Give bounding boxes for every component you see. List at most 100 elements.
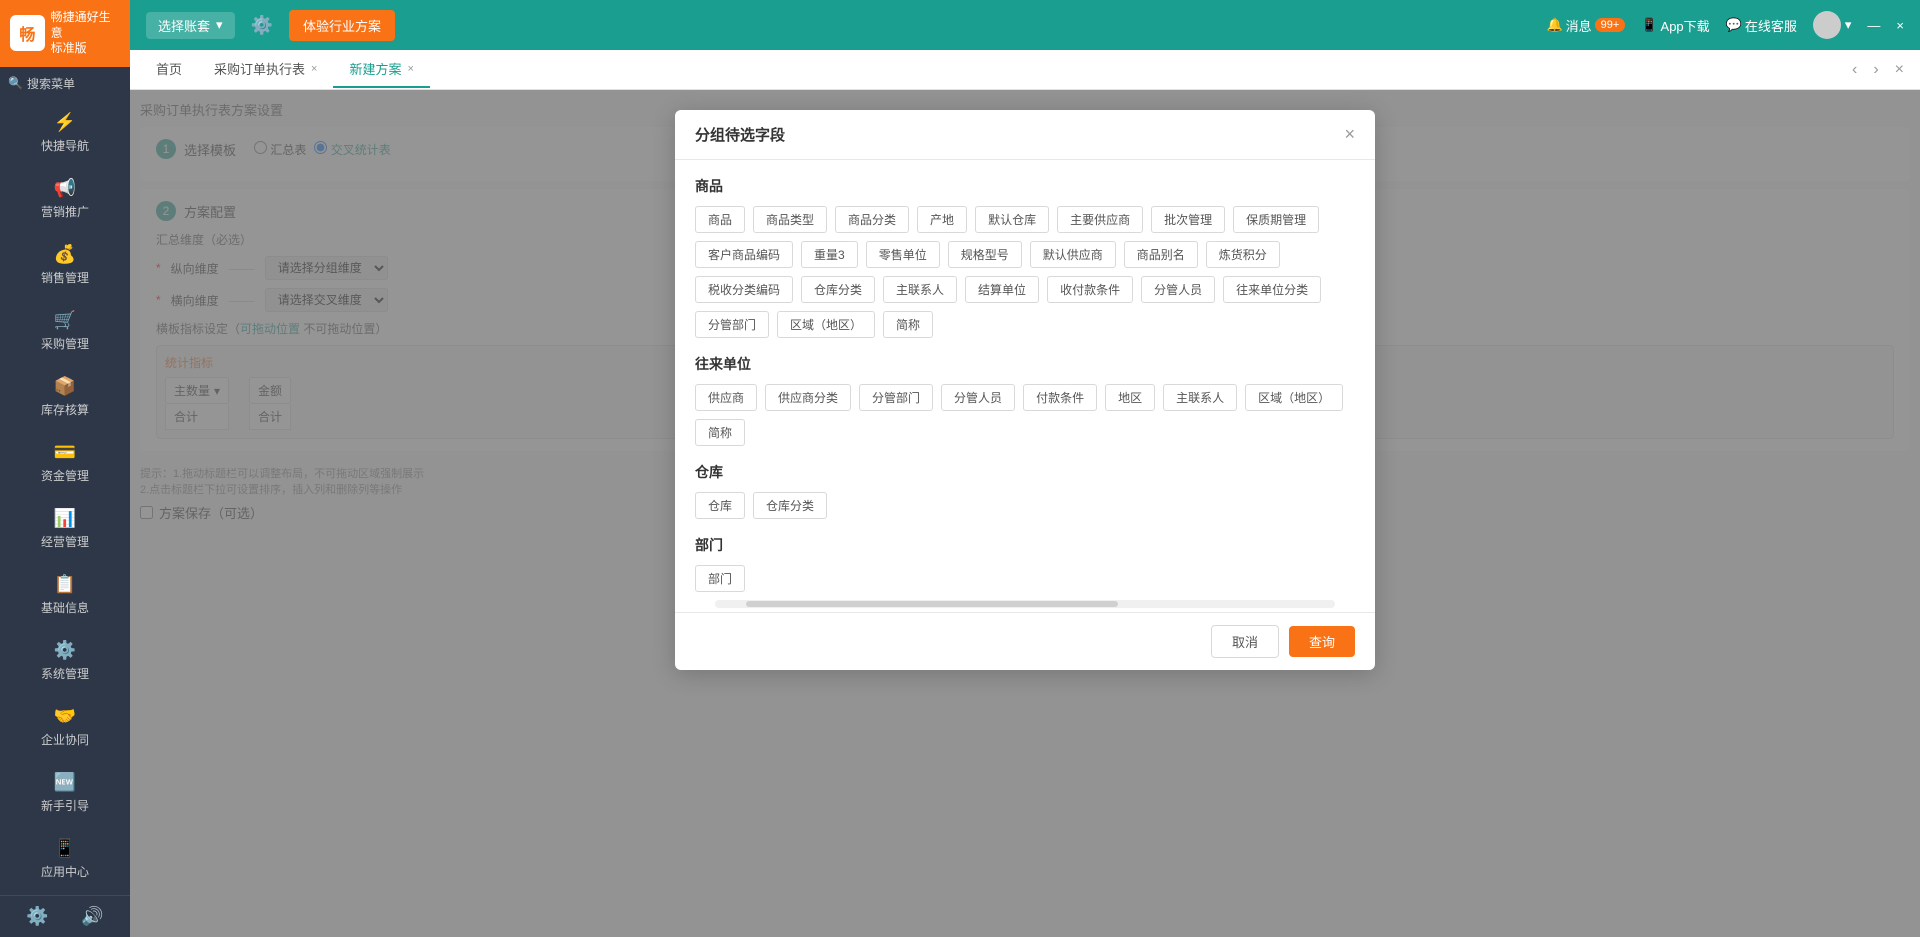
- tab-ctrl-close-all[interactable]: ×: [1889, 59, 1910, 81]
- field-tag-仓库分类[interactable]: 仓库分类: [801, 276, 875, 303]
- field-tag-分管人员2[interactable]: 分管人员: [941, 384, 1015, 411]
- field-tag-主要供应商[interactable]: 主要供应商: [1057, 206, 1143, 233]
- sidebar-item-apps[interactable]: 📱 应用中心: [0, 826, 130, 892]
- sidebar-item-newbie[interactable]: 🆕 新手引导: [0, 760, 130, 826]
- bell-icon: 🔔: [1546, 17, 1562, 33]
- topbar-dropdown[interactable]: 选择账套 ▾: [146, 12, 235, 39]
- field-tag-规格型号[interactable]: 规格型号: [948, 241, 1022, 268]
- field-group-partner: 往来单位 供应商 供应商分类 分管部门 分管人员 付款条件 地区 主联系人 区域…: [695, 354, 1355, 446]
- sidebar-item-operations[interactable]: 📊 经营管理: [0, 496, 130, 562]
- field-tag-区域地区2[interactable]: 区域（地区）: [1245, 384, 1343, 411]
- tab-new-plan-close[interactable]: ×: [407, 63, 413, 75]
- topbar-user[interactable]: ▾: [1813, 11, 1852, 39]
- chevron-down-icon: ▾: [216, 17, 223, 33]
- topbar-settings-icon[interactable]: ⚙️: [251, 15, 273, 36]
- window-minimize-icon[interactable]: —: [1867, 18, 1880, 33]
- tab-ctrl-next[interactable]: ›: [1867, 59, 1884, 81]
- field-group-warehouse-title: 仓库: [695, 462, 1355, 482]
- modal-hscroll[interactable]: [715, 600, 1335, 608]
- field-tag-批次管理[interactable]: 批次管理: [1151, 206, 1225, 233]
- notification-label: 消息: [1566, 16, 1592, 35]
- online-service[interactable]: 💬 在线客服: [1726, 16, 1797, 35]
- tab-ctrl-prev[interactable]: ‹: [1846, 59, 1863, 81]
- tab-home[interactable]: 首页: [140, 51, 198, 88]
- sales-icon: 💰: [54, 244, 76, 265]
- modal-header: 分组待选字段 ×: [675, 110, 1375, 160]
- sidebar-item-quick-nav[interactable]: ⚡ 快捷导航: [0, 100, 130, 166]
- field-tag-简称2[interactable]: 简称: [695, 419, 745, 446]
- trial-btn[interactable]: 体验行业方案: [289, 10, 395, 41]
- field-tag-地区[interactable]: 地区: [1105, 384, 1155, 411]
- sidebar-item-inventory[interactable]: 📦 库存核算: [0, 364, 130, 430]
- modal-close-btn[interactable]: ×: [1344, 124, 1355, 145]
- page-area: 采购订单执行表方案设置 1 选择模板 汇总表 交叉统计表 2 方案配置 汇总维度…: [130, 90, 1920, 937]
- field-tag-商品类型[interactable]: 商品类型: [753, 206, 827, 233]
- newbie-icon: 🆕: [54, 772, 76, 793]
- sidebar-item-system[interactable]: ⚙️ 系统管理: [0, 628, 130, 694]
- window-close-icon[interactable]: ×: [1896, 18, 1904, 33]
- field-tags-warehouse: 仓库 仓库分类: [695, 492, 1355, 519]
- field-group-department-title: 部门: [695, 535, 1355, 555]
- download-icon: 📱: [1641, 17, 1657, 33]
- field-tag-分管部门[interactable]: 分管部门: [695, 311, 769, 338]
- field-tag-付款条件[interactable]: 付款条件: [1023, 384, 1097, 411]
- main-content: 选择账套 ▾ ⚙️ 体验行业方案 🔔 消息 99+ 📱 App下载 💬 在线客服: [130, 0, 1920, 937]
- field-tag-商品分类[interactable]: 商品分类: [835, 206, 909, 233]
- field-tag-商品别名[interactable]: 商品别名: [1124, 241, 1198, 268]
- field-tag-部门[interactable]: 部门: [695, 565, 745, 592]
- operations-icon: 📊: [54, 508, 76, 529]
- finance-icon: 💳: [54, 442, 76, 463]
- field-tag-供应商分类[interactable]: 供应商分类: [765, 384, 851, 411]
- field-tag-仓库[interactable]: 仓库: [695, 492, 745, 519]
- sidebar-item-purchase[interactable]: 🛒 采购管理: [0, 298, 130, 364]
- service-icon: 💬: [1726, 17, 1742, 33]
- cancel-button[interactable]: 取消: [1211, 625, 1279, 658]
- field-tag-客户商品编码[interactable]: 客户商品编码: [695, 241, 793, 268]
- tab-purchase-exec-close[interactable]: ×: [311, 63, 317, 75]
- field-tag-产地[interactable]: 产地: [917, 206, 967, 233]
- sidebar-nav: ⚡ 快捷导航 📢 营销推广 💰 销售管理 🛒 采购管理 📦 库存核算 💳: [0, 100, 130, 895]
- field-tag-往来单位分类[interactable]: 往来单位分类: [1223, 276, 1321, 303]
- topbar-right: 🔔 消息 99+ 📱 App下载 💬 在线客服 ▾ — ×: [1546, 11, 1904, 39]
- modal-title: 分组待选字段: [695, 124, 785, 145]
- field-tag-分管人员[interactable]: 分管人员: [1141, 276, 1215, 303]
- app-download-label: App下载: [1661, 16, 1710, 35]
- tab-purchase-exec[interactable]: 采购订单执行表 ×: [198, 51, 333, 88]
- tabs-bar: 首页 采购订单执行表 × 新建方案 × ‹ › ×: [130, 50, 1920, 90]
- sidebar-item-sales[interactable]: 💰 销售管理: [0, 232, 130, 298]
- notification-badge: 99+: [1595, 18, 1626, 32]
- field-tag-零售单位[interactable]: 零售单位: [866, 241, 940, 268]
- app-download[interactable]: 📱 App下载: [1641, 16, 1709, 35]
- sidebar-search[interactable]: 🔍 搜索菜单: [0, 67, 130, 100]
- field-tag-默认供应商[interactable]: 默认供应商: [1030, 241, 1116, 268]
- sidebar-item-marketing[interactable]: 📢 营销推广: [0, 166, 130, 232]
- field-tag-供应商[interactable]: 供应商: [695, 384, 757, 411]
- field-tag-简称1[interactable]: 简称: [883, 311, 933, 338]
- field-tag-结算单位[interactable]: 结算单位: [965, 276, 1039, 303]
- marketing-label: 营销推广: [41, 203, 89, 220]
- field-tag-炼货积分[interactable]: 炼货积分: [1206, 241, 1280, 268]
- tab-new-plan[interactable]: 新建方案 ×: [333, 51, 429, 88]
- field-group-department: 部门 部门: [695, 535, 1355, 592]
- field-tag-默认仓库[interactable]: 默认仓库: [975, 206, 1049, 233]
- field-tag-主联系人[interactable]: 主联系人: [883, 276, 957, 303]
- cooperation-icon: 🤝: [54, 706, 76, 727]
- field-tag-区域地区1[interactable]: 区域（地区）: [777, 311, 875, 338]
- field-tag-商品[interactable]: 商品: [695, 206, 745, 233]
- audio-icon[interactable]: 🔊: [81, 906, 103, 927]
- field-tag-重量3[interactable]: 重量3: [801, 241, 858, 268]
- sidebar-item-cooperation[interactable]: 🤝 企业协同: [0, 694, 130, 760]
- notification-area[interactable]: 🔔 消息 99+: [1546, 16, 1625, 35]
- confirm-button[interactable]: 查询: [1289, 626, 1355, 657]
- field-tag-收付款条件[interactable]: 收付款条件: [1047, 276, 1133, 303]
- field-tag-仓库分类2[interactable]: 仓库分类: [753, 492, 827, 519]
- logo-icon: 畅: [10, 15, 45, 51]
- field-tag-主联系人2[interactable]: 主联系人: [1163, 384, 1237, 411]
- field-tag-税收分类编码[interactable]: 税收分类编码: [695, 276, 793, 303]
- sidebar-item-finance[interactable]: 💳 资金管理: [0, 430, 130, 496]
- field-tag-分管部门2[interactable]: 分管部门: [859, 384, 933, 411]
- operations-label: 经营管理: [41, 533, 89, 550]
- settings-bottom-icon[interactable]: ⚙️: [26, 906, 48, 927]
- sidebar-item-basics[interactable]: 📋 基础信息: [0, 562, 130, 628]
- field-tag-保质期管理[interactable]: 保质期管理: [1233, 206, 1319, 233]
